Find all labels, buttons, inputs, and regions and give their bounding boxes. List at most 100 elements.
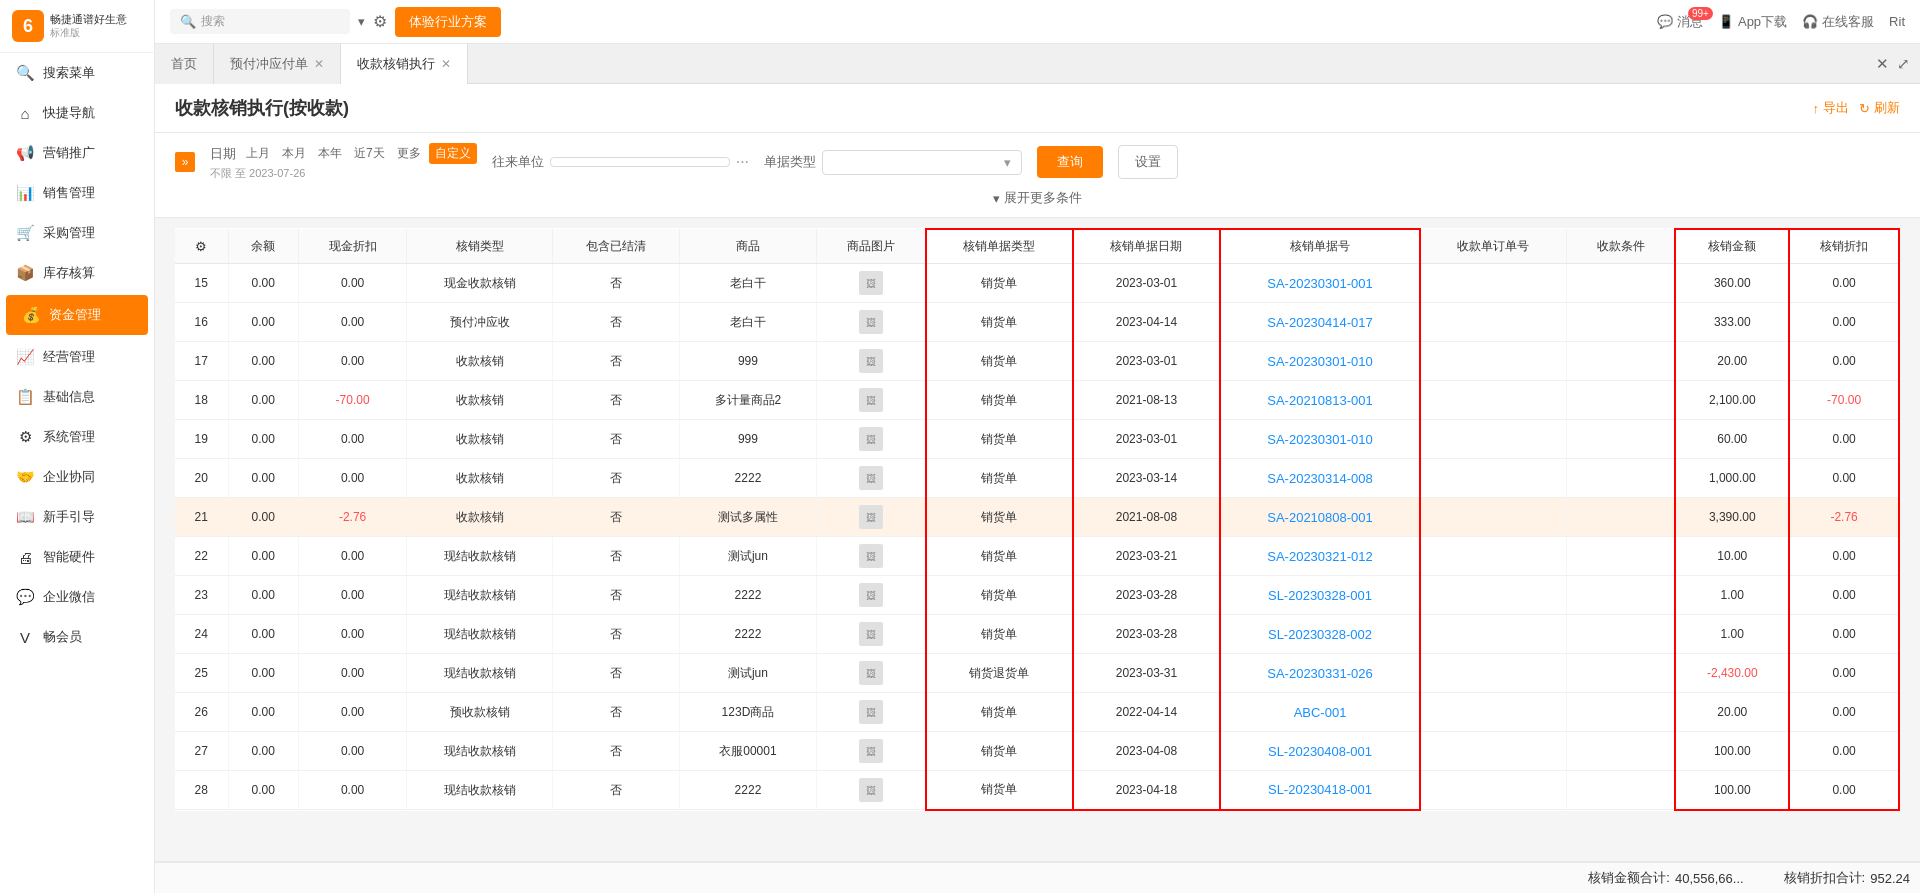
message-btn[interactable]: 💬 消息 99+ [1657,13,1703,31]
cell-r7-c9[interactable]: SA-20230321-012 [1220,537,1420,576]
cell-r11-c9[interactable]: ABC-001 [1220,693,1420,732]
table-area: ⚙余额现金折扣核销类型包含已结清商品商品图片核销单据类型核销单据日期核销单据号收… [155,218,1920,861]
date-opt-this-year[interactable]: 本年 [314,143,346,164]
sidebar-item-operation[interactable]: 📈 经营管理 [0,337,154,377]
cell-r9-c9[interactable]: SL-20230328-002 [1220,615,1420,654]
topbar-dropdown[interactable]: ▾ [358,14,365,29]
expand-conditions-btn[interactable]: ▾ 展开更多条件 [993,189,1082,207]
date-opt-7days[interactable]: 近7天 [350,143,389,164]
table-row: 260.000.00预收款核销否123D商品🖼销货单2022-04-14ABC-… [175,693,1899,732]
industry-btn[interactable]: 体验行业方案 [395,7,501,37]
cell-r8-c6: 🖼 [817,576,926,615]
cell-r5-c9[interactable]: SA-20230314-008 [1220,459,1420,498]
sidebar-item-quick-nav[interactable]: ⌂ 快捷导航 [0,93,154,133]
doc-no-link[interactable]: SA-20230301-010 [1267,354,1373,369]
cell-r12-c9[interactable]: SL-20230408-001 [1220,732,1420,771]
cell-r8-c13: 0.00 [1789,576,1899,615]
doc-no-link[interactable]: ABC-001 [1294,705,1347,720]
cell-r4-c9[interactable]: SA-20230301-010 [1220,420,1420,459]
doc-no-link[interactable]: SL-20230418-001 [1268,782,1372,797]
doc-no-link[interactable]: SA-20230331-026 [1267,666,1373,681]
doc-no-link[interactable]: SA-20230301-010 [1267,432,1373,447]
doc-no-link[interactable]: SL-20230328-001 [1268,588,1372,603]
footer-discount: 核销折扣合计: 952.24 [1784,869,1910,887]
sidebar-item-capital[interactable]: 💰 资金管理 [6,295,148,335]
sidebar-item-basic-info[interactable]: 📋 基础信息 [0,377,154,417]
date-opt-last-month[interactable]: 上月 [242,143,274,164]
close-tab-icon[interactable]: ✕ [1876,55,1889,73]
doc-no-link[interactable]: SL-20230328-002 [1268,627,1372,642]
cell-r3-c9[interactable]: SA-20210813-001 [1220,381,1420,420]
col-header-2: 现金折扣 [299,229,407,264]
doc-no-link[interactable]: SL-20230408-001 [1268,744,1372,759]
user-label[interactable]: Rit [1889,14,1905,29]
app-download-btn[interactable]: 📱 App下载 [1718,13,1787,31]
doc-no-link[interactable]: SA-20230414-017 [1267,315,1373,330]
main-table: ⚙余额现金折扣核销类型包含已结清商品商品图片核销单据类型核销单据日期核销单据号收… [175,228,1900,811]
tab-close-collection[interactable]: ✕ [441,57,451,71]
sidebar-item-smart-hw[interactable]: 🖨 智能硬件 [0,537,154,577]
setting-btn[interactable]: 设置 [1118,145,1178,179]
cell-r10-c2: 0.00 [299,654,407,693]
cell-r2-c4: 否 [552,342,679,381]
sidebar-icon-wechat: 💬 [15,587,35,607]
cell-r2-c6: 🖼 [817,342,926,381]
doc-type-select[interactable]: ▾ [822,150,1022,175]
sidebar-item-purchase[interactable]: 🛒 采购管理 [0,213,154,253]
date-opt-custom[interactable]: 自定义 [429,143,477,164]
cell-r6-c2: -2.76 [299,498,407,537]
cell-r12-c1: 0.00 [228,732,299,771]
col-header-11: 收款条件 [1566,229,1675,264]
tab-collection[interactable]: 收款核销执行 ✕ [341,44,468,84]
doc-no-link[interactable]: SA-20210813-001 [1267,393,1373,408]
col-header-4: 包含已结清 [552,229,679,264]
cell-r6-c9[interactable]: SA-20210808-001 [1220,498,1420,537]
sidebar-item-member[interactable]: V 畅会员 [0,617,154,657]
date-opt-more[interactable]: 更多 [393,143,425,164]
cell-r13-c4: 否 [552,771,679,810]
cell-r3-c11 [1566,381,1675,420]
cell-r4-c8: 2023-03-01 [1073,420,1220,459]
tab-label-collection: 收款核销执行 [357,55,435,73]
cell-r8-c11 [1566,576,1675,615]
expand-tab-icon[interactable]: ⤢ [1897,55,1910,73]
cell-r10-c9[interactable]: SA-20230331-026 [1220,654,1420,693]
sidebar-item-system[interactable]: ⚙ 系统管理 [0,417,154,457]
sidebar-item-wechat[interactable]: 💬 企业微信 [0,577,154,617]
cell-r0-c9[interactable]: SA-20230301-001 [1220,264,1420,303]
tab-prepay[interactable]: 预付冲应付单✕ [214,44,341,84]
sidebar-item-search[interactable]: 🔍 搜索菜单 [0,53,154,93]
tab-close-prepay[interactable]: ✕ [314,57,324,71]
filter-expand-arrow[interactable]: » [175,152,195,172]
cell-r7-c3: 现结收款核销 [407,537,553,576]
table-row: 230.000.00现结收款核销否2222🖼销货单2023-03-28SL-20… [175,576,1899,615]
cell-r9-c7: 销货单 [926,615,1073,654]
cell-r13-c9[interactable]: SL-20230418-001 [1220,771,1420,810]
gear-icon[interactable]: ⚙ [373,12,387,31]
settings-icon[interactable]: ⚙ [195,239,207,254]
partner-more-icon[interactable]: ··· [736,153,749,171]
date-opt-this-month[interactable]: 本月 [278,143,310,164]
doc-no-link[interactable]: SA-20230321-012 [1267,549,1373,564]
service-btn[interactable]: 🎧 在线客服 [1802,13,1874,31]
col-header-10: 收款单订单号 [1420,229,1567,264]
doc-no-link[interactable]: SA-20230314-008 [1267,471,1373,486]
cell-r1-c9[interactable]: SA-20230414-017 [1220,303,1420,342]
doc-no-link[interactable]: SA-20210808-001 [1267,510,1373,525]
sidebar-item-inventory[interactable]: 📦 库存核算 [0,253,154,293]
export-btn[interactable]: ↑ 导出 [1813,99,1850,117]
sidebar-item-guide[interactable]: 📖 新手引导 [0,497,154,537]
tab-home[interactable]: 首页 [155,44,214,84]
sidebar-item-sales[interactable]: 📊 销售管理 [0,173,154,213]
partner-input[interactable] [550,157,730,167]
query-btn[interactable]: 查询 [1037,146,1103,178]
sidebar-item-marketing[interactable]: 📢 营销推广 [0,133,154,173]
cell-r1-c1: 0.00 [228,303,299,342]
topbar-search-area[interactable]: 🔍 搜索 [170,9,350,34]
doc-no-link[interactable]: SA-20230301-001 [1267,276,1373,291]
cell-r13-c11 [1566,771,1675,810]
cell-r2-c9[interactable]: SA-20230301-010 [1220,342,1420,381]
refresh-btn[interactable]: ↻ 刷新 [1859,99,1900,117]
sidebar-item-enterprise[interactable]: 🤝 企业协同 [0,457,154,497]
cell-r8-c9[interactable]: SL-20230328-001 [1220,576,1420,615]
